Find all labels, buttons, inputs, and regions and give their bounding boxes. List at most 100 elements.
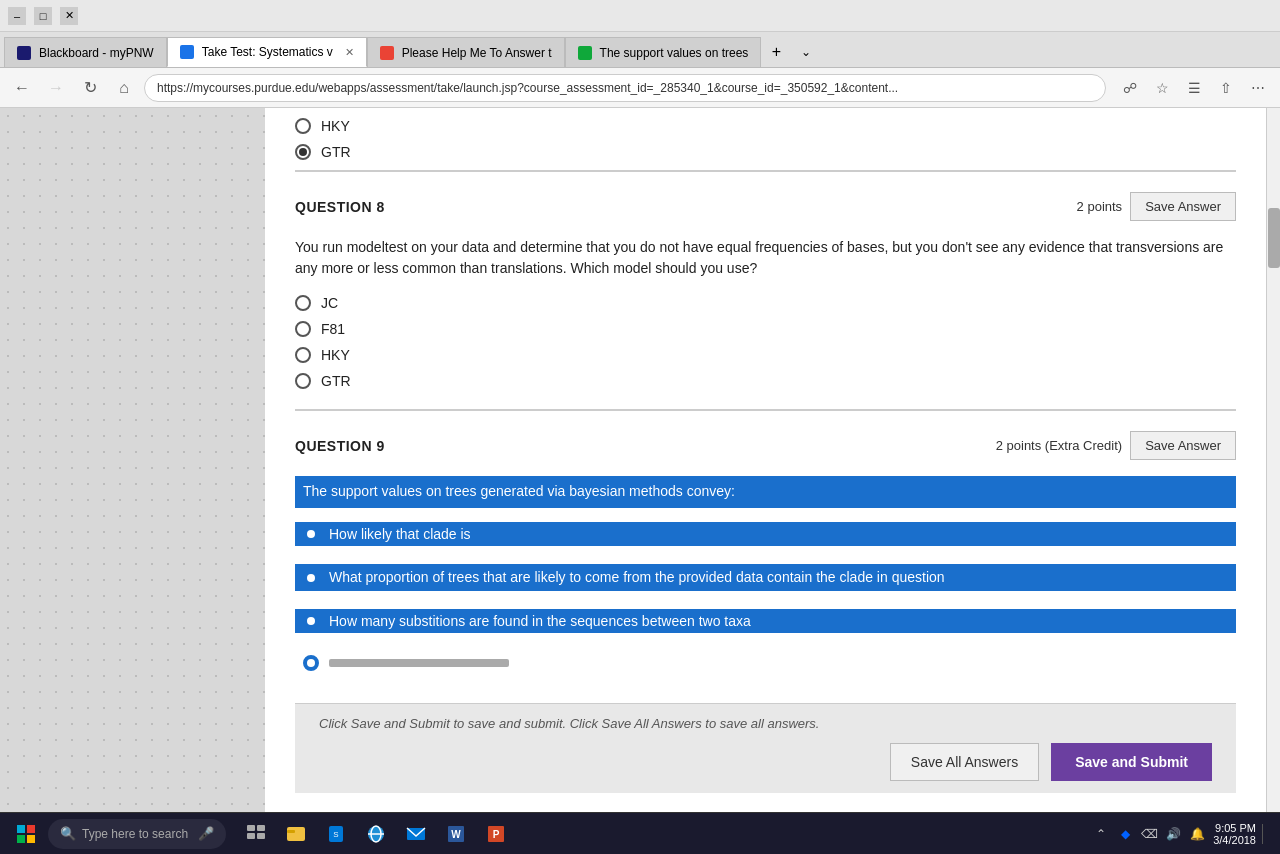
question-9-header: QUESTION 9 2 points (Extra Credit) Save …	[295, 431, 1236, 460]
bottom-bar-instruction: Click Save and Submit to save and submit…	[319, 716, 1212, 731]
tab-label-blackboard: Blackboard - myPNW	[39, 46, 154, 60]
taskbar-clock[interactable]: 9:05 PM 3/4/2018	[1213, 822, 1256, 846]
taskbar-app-ie[interactable]	[358, 816, 394, 852]
save-and-submit-btn[interactable]: Save and Submit	[1051, 743, 1212, 781]
question-9-options: How likely that clade is What proportion…	[295, 522, 1236, 684]
svg-rect-5	[257, 825, 265, 831]
file-explorer-icon	[285, 823, 307, 845]
reading-list-btn[interactable]: ☰	[1180, 74, 1208, 102]
question-9-title: QUESTION 9	[295, 438, 385, 454]
start-btn[interactable]	[8, 816, 44, 852]
left-sidebar	[0, 108, 265, 812]
refresh-btn[interactable]: ↻	[76, 74, 104, 102]
title-bar: – □ ✕	[0, 0, 1280, 32]
tab-dropdown-btn[interactable]: ⌄	[791, 37, 821, 67]
nav-bar: ← → ↻ ⌂ https://mycourses.purdue.edu/web…	[0, 68, 1280, 108]
url-text: https://mycourses.purdue.edu/webapps/ass…	[157, 81, 898, 95]
q9-option-3[interactable]: How many substitions are found in the se…	[295, 609, 1236, 633]
taskbar-apps: S W	[238, 816, 514, 852]
q9-radio-3[interactable]	[303, 613, 319, 629]
taskbar-search[interactable]: 🔍 Type here to search 🎤	[48, 819, 226, 849]
q8-gtr-radio[interactable]	[295, 373, 311, 389]
q8-hky-radio[interactable]	[295, 347, 311, 363]
tab-favicon-blackboard	[17, 46, 31, 60]
taskbar-app-explorer[interactable]	[278, 816, 314, 852]
maximize-btn[interactable]: □	[34, 7, 52, 25]
store-icon: S	[325, 823, 347, 845]
q9-label-3: How many substitions are found in the se…	[329, 613, 751, 629]
favorites-btn[interactable]: ☆	[1148, 74, 1176, 102]
q9-label-1: How likely that clade is	[329, 526, 471, 542]
above-gtr-option[interactable]: GTR	[295, 144, 1236, 160]
mail-icon	[405, 823, 427, 845]
tab-help[interactable]: Please Help Me To Answer t	[367, 37, 565, 67]
svg-rect-0	[17, 825, 25, 833]
svg-rect-1	[27, 825, 35, 833]
svg-rect-8	[287, 827, 305, 841]
q9-radio-1[interactable]	[303, 526, 319, 542]
taskbar-app-ppt[interactable]: P	[478, 816, 514, 852]
search-icon: 🔍	[60, 826, 76, 841]
back-btn[interactable]: ←	[8, 74, 36, 102]
right-scrollbar[interactable]	[1266, 108, 1280, 812]
home-btn[interactable]: ⌂	[110, 74, 138, 102]
tab-take-test[interactable]: Take Test: Systematics v ✕	[167, 37, 367, 67]
hky-radio-above[interactable]	[295, 118, 311, 134]
q8-option-hky[interactable]: HKY	[295, 347, 1236, 363]
tray-network-icon[interactable]: ⌫	[1139, 824, 1159, 844]
close-btn[interactable]: ✕	[60, 7, 78, 25]
save-all-answers-btn[interactable]: Save All Answers	[890, 743, 1039, 781]
new-tab-btn[interactable]: +	[761, 37, 791, 67]
minimize-btn[interactable]: –	[8, 7, 26, 25]
tab-support[interactable]: The support values on trees	[565, 37, 762, 67]
q9-label-4-partial	[329, 659, 509, 667]
question-8-text: You run modeltest on your data and deter…	[295, 237, 1236, 279]
q8-f81-radio[interactable]	[295, 321, 311, 337]
show-desktop-btn[interactable]	[1262, 824, 1272, 844]
scrollbar-thumb[interactable]	[1268, 208, 1280, 268]
address-bar[interactable]: https://mycourses.purdue.edu/webapps/ass…	[144, 74, 1106, 102]
share-btn[interactable]: ⇧	[1212, 74, 1240, 102]
taskbar-app-store[interactable]: S	[318, 816, 354, 852]
taskbar-app-word[interactable]: W	[438, 816, 474, 852]
svg-text:S: S	[333, 830, 338, 839]
taskbar-time-text: 9:05 PM	[1213, 822, 1256, 834]
svg-text:P: P	[493, 829, 500, 840]
tray-volume-icon[interactable]: 🔊	[1163, 824, 1183, 844]
question-8-options: JC F81 HKY GTR	[295, 295, 1236, 389]
q8-option-jc[interactable]: JC	[295, 295, 1236, 311]
q9-radio-4[interactable]	[303, 655, 319, 671]
tab-favicon-test	[180, 45, 194, 59]
gtr-radio-above[interactable]	[295, 144, 311, 160]
page-content: HKY GTR QUESTION 8 2 points Save Answer …	[265, 108, 1266, 812]
reader-view-btn[interactable]: ☍	[1116, 74, 1144, 102]
bottom-bar: Click Save and Submit to save and submit…	[295, 703, 1236, 793]
forward-btn[interactable]: →	[42, 74, 70, 102]
powerpoint-icon: P	[485, 823, 507, 845]
above-hky-option[interactable]: HKY	[295, 118, 1236, 134]
taskbar-search-text: Type here to search	[82, 827, 188, 841]
tab-blackboard[interactable]: Blackboard - myPNW	[4, 37, 167, 67]
q9-option-2[interactable]: What proportion of trees that are likely…	[295, 564, 1236, 592]
q8-jc-radio[interactable]	[295, 295, 311, 311]
settings-btn[interactable]: ⋯	[1244, 74, 1272, 102]
task-view-icon	[245, 823, 267, 845]
q8-option-gtr[interactable]: GTR	[295, 373, 1236, 389]
windows-logo-icon	[16, 824, 36, 844]
question-8-save-btn[interactable]: Save Answer	[1130, 192, 1236, 221]
q9-radio-2[interactable]	[303, 570, 319, 586]
question-9-save-btn[interactable]: Save Answer	[1130, 431, 1236, 460]
tab-favicon-support	[578, 46, 592, 60]
svg-rect-6	[247, 833, 255, 839]
tray-dropbox-icon[interactable]: ◆	[1115, 824, 1135, 844]
tray-notification-icon[interactable]: 🔔	[1187, 824, 1207, 844]
tab-close-icon[interactable]: ✕	[345, 46, 354, 59]
window-controls[interactable]: – □ ✕	[8, 7, 78, 25]
q9-option-4[interactable]	[295, 651, 1236, 675]
content-area: HKY GTR QUESTION 8 2 points Save Answer …	[0, 108, 1280, 812]
q9-option-1[interactable]: How likely that clade is	[295, 522, 1236, 546]
tray-chevron-icon[interactable]: ⌃	[1091, 824, 1111, 844]
taskbar-app-mail[interactable]	[398, 816, 434, 852]
taskbar-app-taskview[interactable]	[238, 816, 274, 852]
q8-option-f81[interactable]: F81	[295, 321, 1236, 337]
